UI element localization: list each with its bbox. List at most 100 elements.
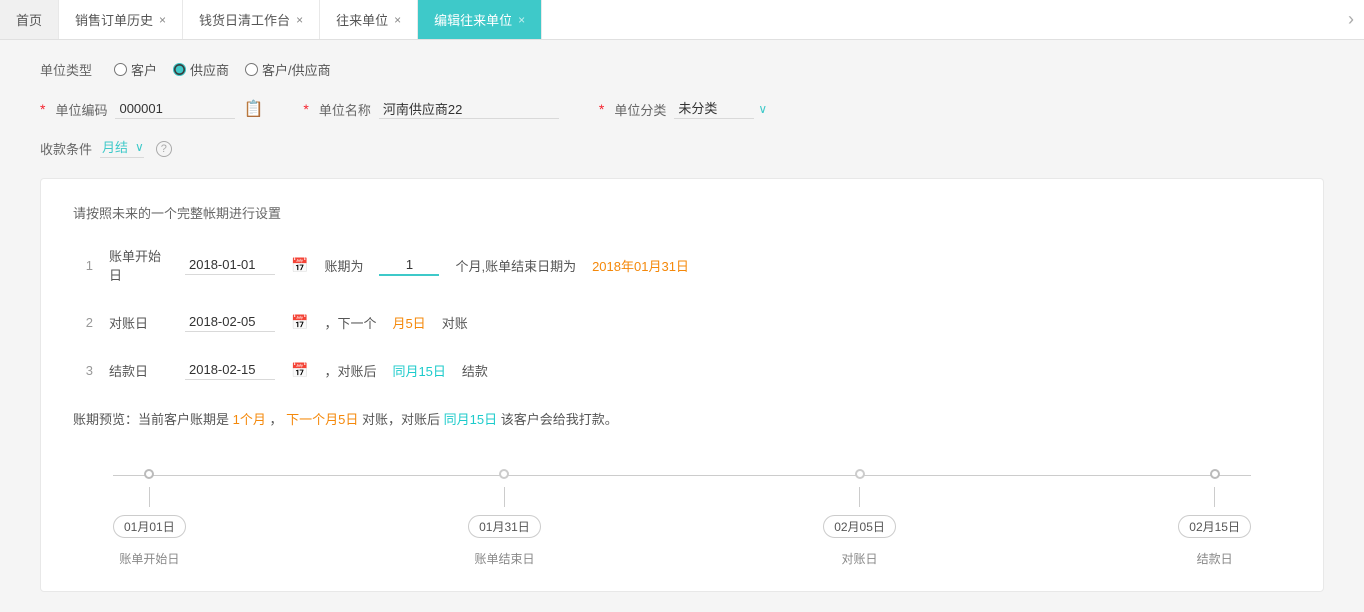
row-2-label: 对账日 xyxy=(109,313,169,332)
unit-type-row: 单位类型 客户 供应商 客户/供应商 xyxy=(40,60,1324,79)
timeline-label-3: 结款日 xyxy=(1197,550,1233,567)
row-3-calendar-icon[interactable]: 📅 xyxy=(291,362,308,379)
tab-sales-order-label: 销售订单历史 xyxy=(75,10,153,29)
preview-part2: 下一个月5日 xyxy=(286,412,358,427)
main-content: 单位类型 客户 供应商 客户/供应商 * 单位编码 📋 * 单位名称 * 单位 xyxy=(0,40,1364,612)
radio-supplier-label: 供应商 xyxy=(190,60,229,79)
timeline-badge-3: 02月15日 xyxy=(1178,515,1251,538)
unit-code-input[interactable] xyxy=(115,99,235,119)
timeline-dot-line-1 xyxy=(504,487,505,507)
timeline-items: 01月01日 账单开始日 01月31日 账单结束日 02月05日 对账日 xyxy=(73,469,1291,567)
timeline-label-0: 账单开始日 xyxy=(119,550,179,567)
radio-customer[interactable]: 客户 xyxy=(114,60,157,79)
row-3-suffix-pre: ，对账后 xyxy=(324,361,376,380)
tab-home[interactable]: 首页 xyxy=(0,0,59,39)
radio-both-input[interactable] xyxy=(245,63,258,76)
radio-customer-label: 客户 xyxy=(131,60,157,79)
timeline-dot-3 xyxy=(1210,469,1220,479)
preview-part3: 同月15日 xyxy=(444,412,497,427)
unit-code-field: * 单位编码 📋 xyxy=(40,99,263,119)
unit-category-required: * xyxy=(599,101,604,117)
timeline-item-0: 01月01日 账单开始日 xyxy=(113,469,186,567)
tab-cash-ledger[interactable]: 钱货日清工作台 × xyxy=(183,0,320,39)
row-1-date-input[interactable] xyxy=(185,255,275,275)
row-1-end-date: 2018年01月31日 xyxy=(592,256,689,275)
radio-supplier-input[interactable] xyxy=(173,63,186,76)
info-box: 请按照未来的一个完整帐期进行设置 1 账单开始日 📅 账期为 个月,账单结束日期… xyxy=(40,178,1324,592)
unit-name-required: * xyxy=(303,101,308,117)
timeline-item-2: 02月05日 对账日 xyxy=(823,469,896,567)
tab-cash-ledger-close[interactable]: × xyxy=(296,14,303,26)
unit-category-select-wrapper: 未分类 ∨ xyxy=(674,99,767,119)
unit-code-icon[interactable]: 📋 xyxy=(243,99,263,119)
row-1-label: 账单开始日 xyxy=(109,246,169,284)
timeline-item-3: 02月15日 结款日 xyxy=(1178,469,1251,567)
row-1-calendar-icon[interactable]: 📅 xyxy=(291,257,308,274)
tab-edit-partner-label: 编辑往来单位 xyxy=(434,10,512,29)
tab-edit-partner-close[interactable]: × xyxy=(518,14,525,26)
unit-category-chevron-icon: ∨ xyxy=(758,102,767,116)
unit-name-field: * 单位名称 xyxy=(303,99,558,119)
tab-sales-order[interactable]: 销售订单历史 × xyxy=(59,0,183,39)
radio-customer-input[interactable] xyxy=(114,63,127,76)
setting-row-1: 1 账单开始日 📅 账期为 个月,账单结束日期为 2018年01月31日 xyxy=(73,246,1291,284)
unit-category-select[interactable]: 未分类 xyxy=(674,99,754,119)
row-3-num: 3 xyxy=(73,363,93,378)
preview-mid2: 对账，对账后 xyxy=(362,412,440,427)
row-3-date-input[interactable] xyxy=(185,360,275,380)
timeline-label-1: 账单结束日 xyxy=(474,550,534,567)
timeline-dot-line-3 xyxy=(1214,487,1215,507)
tab-partner-units-close[interactable]: × xyxy=(394,14,401,26)
unit-code-label: 单位编码 xyxy=(55,100,107,119)
payment-terms-select[interactable]: 月结 xyxy=(100,140,131,155)
unit-name-input[interactable] xyxy=(379,99,559,119)
payment-terms-help-icon[interactable]: ? xyxy=(156,141,172,157)
row-2-suffix-highlight: 月5日 xyxy=(392,313,425,332)
unit-name-label: 单位名称 xyxy=(319,100,371,119)
tab-sales-order-close[interactable]: × xyxy=(159,14,166,26)
unit-type-label: 单位类型 xyxy=(40,60,92,79)
timeline-label-2: 对账日 xyxy=(842,550,878,567)
row-2-num: 2 xyxy=(73,315,93,330)
row-2-date-input[interactable] xyxy=(185,312,275,332)
payment-terms-select-wrapper: 月结 ∨ xyxy=(100,140,144,158)
unit-category-field: * 单位分类 未分类 ∨ xyxy=(599,99,767,119)
timeline-dot-0 xyxy=(144,469,154,479)
setting-row-2: 2 对账日 📅 ，下一个 月5日 对账 xyxy=(73,312,1291,332)
timeline-dot-1 xyxy=(499,469,509,479)
radio-both-label: 客户/供应商 xyxy=(262,60,331,79)
info-box-title: 请按照未来的一个完整帐期进行设置 xyxy=(73,203,1291,222)
setting-row-3: 3 结款日 📅 ，对账后 同月15日 结款 xyxy=(73,360,1291,380)
unit-category-label: 单位分类 xyxy=(614,100,666,119)
row-1-period-input[interactable] xyxy=(379,255,439,276)
row-1-num: 1 xyxy=(73,258,93,273)
timeline-item-1: 01月31日 账单结束日 xyxy=(468,469,541,567)
account-preview: 账期预览：当前客户账期是 1个月 ， 下一个月5日 对账，对账后 同月15日 该… xyxy=(73,408,1291,431)
timeline-badge-2: 02月05日 xyxy=(823,515,896,538)
radio-supplier[interactable]: 供应商 xyxy=(173,60,229,79)
tab-home-label: 首页 xyxy=(16,10,42,29)
timeline-wrapper: 01月01日 账单开始日 01月31日 账单结束日 02月05日 对账日 xyxy=(73,459,1291,567)
tab-edit-partner[interactable]: 编辑往来单位 × xyxy=(418,0,542,39)
row-2-calendar-icon[interactable]: 📅 xyxy=(291,314,308,331)
payment-terms-chevron-icon: ∨ xyxy=(135,140,144,154)
unit-code-required: * xyxy=(40,101,45,117)
row-2-suffix-post: 对账 xyxy=(442,313,468,332)
timeline-badge-0: 01月01日 xyxy=(113,515,186,538)
tab-cash-ledger-label: 钱货日清工作台 xyxy=(199,10,290,29)
radio-both[interactable]: 客户/供应商 xyxy=(245,60,331,79)
row-3-suffix-post: 结款 xyxy=(462,361,488,380)
payment-terms-field: 收款条件 月结 ∨ ? xyxy=(40,139,172,158)
timeline-badge-1: 01月31日 xyxy=(468,515,541,538)
timeline-dot-line-2 xyxy=(859,487,860,507)
tab-partner-units[interactable]: 往来单位 × xyxy=(320,0,418,39)
row-3-suffix-highlight: 同月15日 xyxy=(392,361,445,380)
timeline-dot-2 xyxy=(855,469,865,479)
tab-nav-right-icon[interactable]: › xyxy=(1348,9,1364,30)
row-1-period-label: 账期为 xyxy=(324,256,363,275)
preview-mid1: ， xyxy=(270,412,283,427)
tab-partner-units-label: 往来单位 xyxy=(336,10,388,29)
payment-terms-label: 收款条件 xyxy=(40,139,92,158)
row-3-label: 结款日 xyxy=(109,361,169,380)
preview-part1: 1个月 xyxy=(233,412,266,427)
